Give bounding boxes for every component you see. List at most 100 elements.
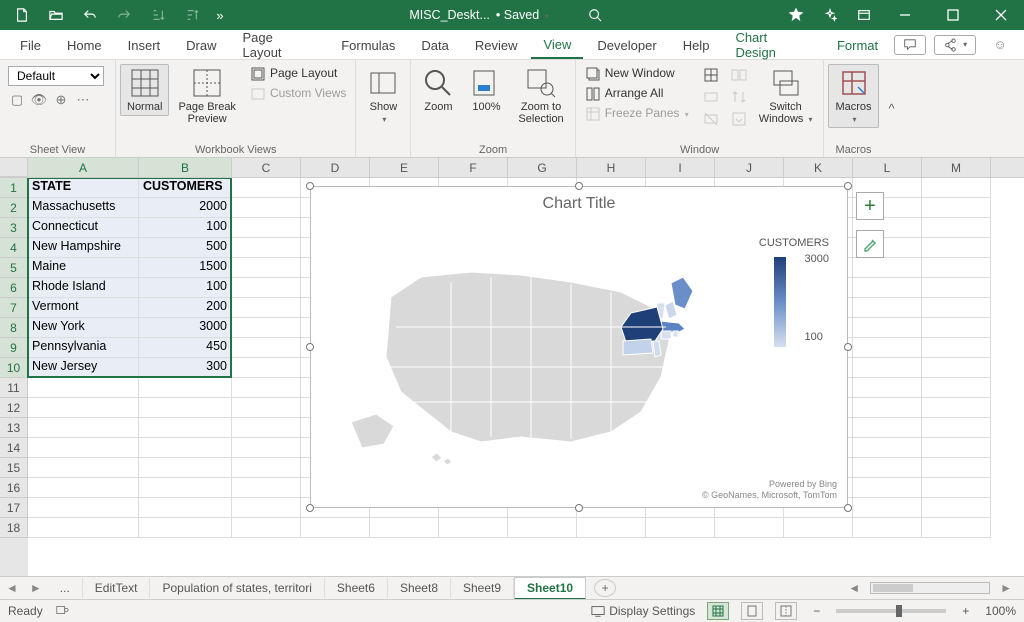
cell[interactable]: Pennsylvania [28,338,139,358]
cell[interactable] [922,218,991,238]
cell[interactable] [139,398,232,418]
cell[interactable] [232,178,301,198]
row-header[interactable]: 8 [0,318,28,338]
cell[interactable] [922,338,991,358]
comments-button[interactable] [894,35,926,55]
page-break-view-icon[interactable] [775,602,797,620]
cell[interactable] [853,298,922,318]
cell[interactable] [922,278,991,298]
cell[interactable]: 450 [139,338,232,358]
reset-window-button[interactable] [728,108,750,130]
row-header[interactable]: 6 [0,278,28,298]
cell[interactable]: New Jersey [28,358,139,378]
cell[interactable] [28,378,139,398]
cell[interactable] [922,418,991,438]
display-settings-button[interactable]: Display Settings [591,604,695,618]
row-header[interactable]: 18 [0,518,28,538]
cell[interactable] [853,518,922,538]
cell[interactable] [922,358,991,378]
tab-chart-design[interactable]: Chart Design [723,24,823,65]
tab-data[interactable]: Data [409,32,460,58]
unhide-button[interactable] [700,108,722,130]
cell[interactable] [139,378,232,398]
column-header[interactable]: F [439,158,508,177]
cell[interactable] [784,518,853,538]
cell[interactable] [508,518,577,538]
chart-styles-button[interactable] [856,230,884,258]
cell[interactable] [853,498,922,518]
cell[interactable] [646,518,715,538]
row-header[interactable]: 7 [0,298,28,318]
cell[interactable] [232,218,301,238]
cell[interactable]: 2000 [139,198,232,218]
normal-view-button[interactable]: Normal [120,64,169,116]
cell[interactable]: Vermont [28,298,139,318]
column-header[interactable]: J [715,158,784,177]
day-mode-icon[interactable]: ☺ [984,32,1016,58]
hide-button[interactable] [700,86,722,108]
cell[interactable]: Maine [28,258,139,278]
row-header[interactable]: 16 [0,478,28,498]
cell[interactable] [577,518,646,538]
cell[interactable] [853,318,922,338]
cell[interactable] [232,358,301,378]
row-header[interactable]: 9 [0,338,28,358]
row-header[interactable]: 5 [0,258,28,278]
column-header[interactable]: H [577,158,646,177]
custom-views-button[interactable]: Custom Views [245,84,351,104]
cell-grid[interactable]: Chart Title CUSTOMERS 3000100 [28,178,1024,576]
row-header[interactable]: 3 [0,218,28,238]
row-header[interactable]: 17 [0,498,28,518]
row-header[interactable]: 11 [0,378,28,398]
cell[interactable]: 100 [139,278,232,298]
horizontal-scrollbar[interactable] [870,582,990,594]
cell[interactable] [28,458,139,478]
cell[interactable]: New Hampshire [28,238,139,258]
view-side-by-side-button[interactable] [728,64,750,86]
sheet-view-select[interactable]: Default [8,66,104,86]
cell[interactable] [922,318,991,338]
row-header[interactable]: 14 [0,438,28,458]
tab-review[interactable]: Review [463,32,530,58]
column-header[interactable]: D [301,158,370,177]
cell[interactable] [853,278,922,298]
chart-elements-button[interactable]: + [856,192,884,220]
cell[interactable] [232,318,301,338]
cell[interactable] [232,198,301,218]
add-sheet-button[interactable]: + [594,579,616,597]
tab-scroll-right[interactable]: ► [24,581,48,595]
tab-scroll-left[interactable]: ◄ [0,581,24,595]
cell[interactable]: Rhode Island [28,278,139,298]
cell[interactable] [922,238,991,258]
zoom-slider[interactable] [836,609,946,613]
column-header[interactable]: E [370,158,439,177]
column-header[interactable]: K [784,158,853,177]
sheet-tab[interactable]: Sheet8 [388,578,451,598]
row-header[interactable]: 2 [0,198,28,218]
new-view-icon[interactable]: ⊕ [52,92,70,108]
cell[interactable]: 3000 [139,318,232,338]
tab-help[interactable]: Help [671,32,722,58]
tab-formulas[interactable]: Formulas [329,32,407,58]
cell[interactable] [922,398,991,418]
cell[interactable] [232,418,301,438]
cell[interactable] [139,478,232,498]
cell[interactable] [853,338,922,358]
tab-draw[interactable]: Draw [174,32,228,58]
normal-view-icon[interactable] [707,602,729,620]
hscroll-right[interactable]: ► [994,581,1018,595]
cell[interactable] [922,498,991,518]
cell[interactable] [232,458,301,478]
cell[interactable] [139,438,232,458]
page-layout-view-icon[interactable] [741,602,763,620]
cell[interactable] [922,438,991,458]
minimize-button[interactable] [882,0,928,30]
cell[interactable] [232,378,301,398]
tab-page-layout[interactable]: Page Layout [231,24,328,65]
cell[interactable]: STATE [28,178,139,198]
share-button[interactable]: ▾ [934,35,976,55]
cell[interactable] [715,518,784,538]
cell[interactable] [922,298,991,318]
tab-view[interactable]: View [531,31,583,59]
collapse-ribbon-icon[interactable]: ^ [883,60,901,157]
